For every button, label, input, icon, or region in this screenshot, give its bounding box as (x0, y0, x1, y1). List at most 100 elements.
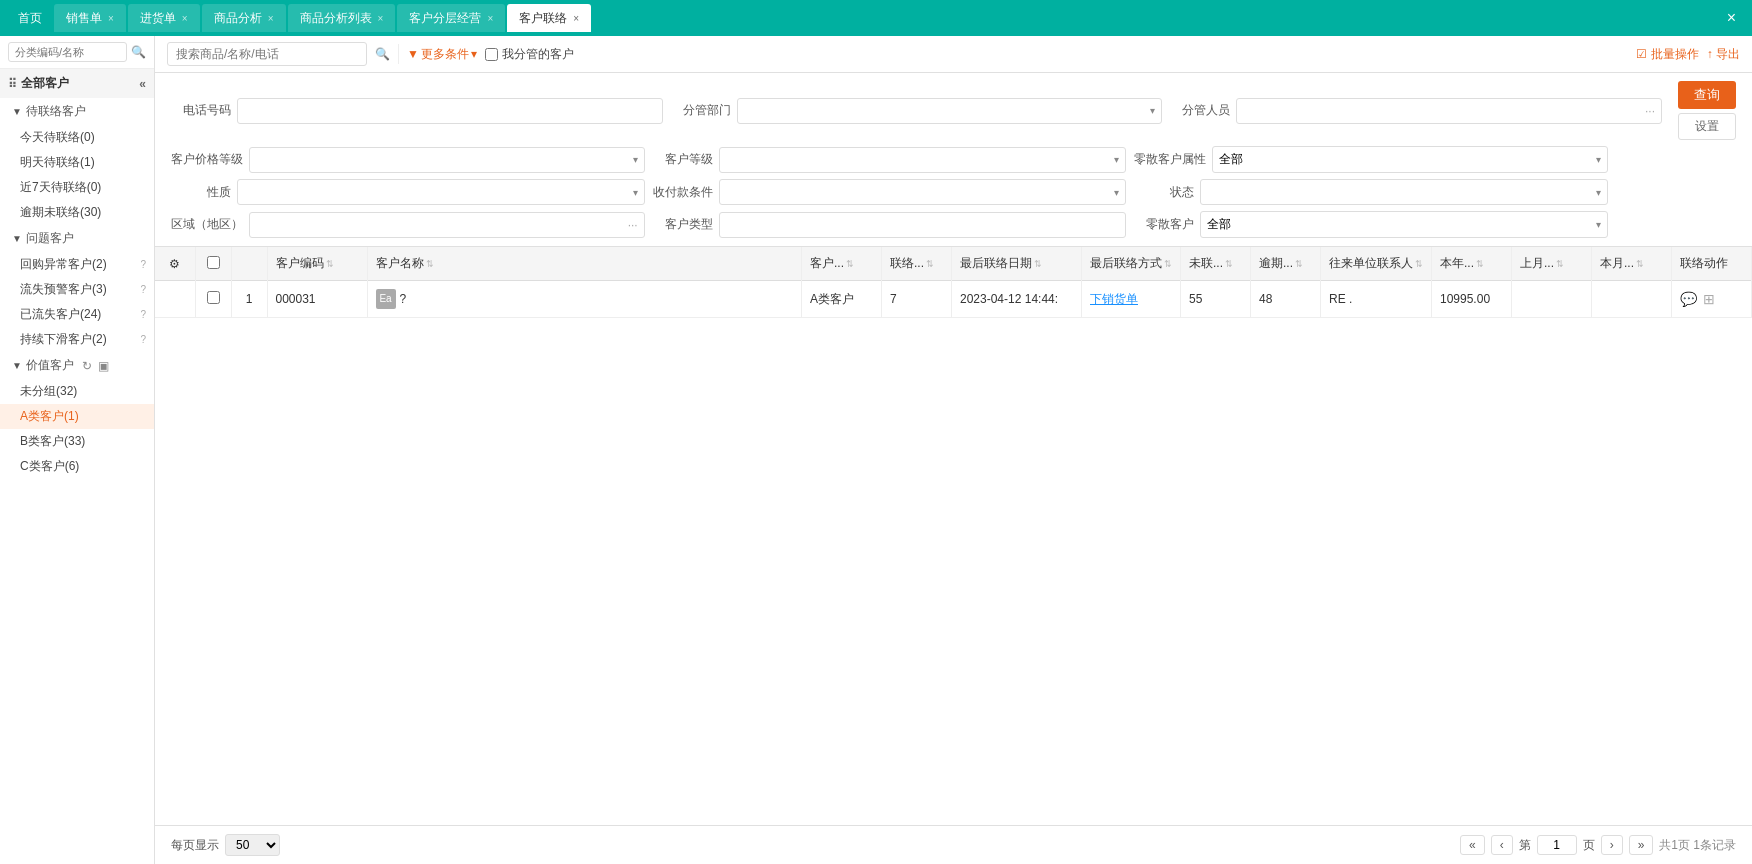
grid-icon: ⠿ (8, 77, 17, 91)
sidebar-item-lost[interactable]: 已流失客户(24) ? (0, 302, 154, 327)
th-year-amount[interactable]: 本年...⇅ (1432, 247, 1512, 281)
filter-phone-input[interactable] (237, 98, 663, 124)
share-icon[interactable]: ⊞ (1703, 291, 1715, 307)
th-pending[interactable]: 未联...⇅ (1181, 247, 1251, 281)
sidebar-search-input[interactable] (8, 42, 127, 62)
row-checkbox[interactable] (195, 281, 231, 318)
prev-page-btn[interactable]: ‹ (1491, 835, 1513, 855)
main-layout: 🔍 ⠿ 全部客户 « ▼ 待联络客户 今天待联络(0) 明天待联络(1) 近7天… (0, 36, 1752, 864)
th-code[interactable]: 客户编码⇅ (267, 247, 367, 281)
last-method-link[interactable]: 下销货单 (1090, 292, 1138, 306)
customer-name-text: ? (400, 292, 407, 306)
sidebar-item-week-pending[interactable]: 近7天待联络(0) (0, 175, 154, 200)
last-page-btn[interactable]: » (1629, 835, 1654, 855)
sidebar-group-pending[interactable]: ▼ 待联络客户 (0, 98, 154, 125)
filter-search-input[interactable] (167, 42, 367, 66)
filter-row-1: 电话号码 分管部门 ▾ 分管人员 ··· 查询 (171, 81, 1736, 140)
nature-caret: ▾ (633, 187, 638, 198)
th-contacts[interactable]: 联络...⇅ (882, 247, 952, 281)
nav-home[interactable]: 首页 (8, 4, 52, 32)
sidebar-group-problem[interactable]: ▼ 问题客户 (0, 225, 154, 252)
sidebar-item-declining[interactable]: 持续下滑客户(2) ? (0, 327, 154, 352)
filter-payment-field: 收付款条件 ▾ (653, 179, 1127, 205)
sidebar-item-loss-warn[interactable]: 流失预警客户(3) ? (0, 277, 154, 302)
value-refresh-icon[interactable]: ↻ (82, 359, 92, 373)
nav-tab-analysis-close[interactable]: × (268, 13, 274, 24)
filter-retail-customer-select[interactable]: 全部 ▾ (1200, 211, 1608, 238)
sidebar-item-class-c[interactable]: C类客户(6) (0, 454, 154, 479)
caret-icon: ▾ (471, 47, 477, 61)
query-button[interactable]: 查询 (1678, 81, 1736, 109)
sidebar-collapse-btn[interactable]: « (139, 77, 146, 91)
value-settings-icon[interactable]: ▣ (98, 359, 109, 373)
filter-dept-select[interactable]: ▾ (737, 98, 1163, 124)
filter-nature-label: 性质 (171, 184, 231, 201)
th-this-month[interactable]: 本月...⇅ (1592, 247, 1672, 281)
nav-tab-purchase-close[interactable]: × (182, 13, 188, 24)
th-last-month[interactable]: 上月...⇅ (1512, 247, 1592, 281)
th-contact-person[interactable]: 往来单位联系人⇅ (1321, 247, 1432, 281)
th-last-method[interactable]: 最后联络方式⇅ (1082, 247, 1181, 281)
page-size-select[interactable]: 10 20 50 100 (225, 834, 280, 856)
row-select-checkbox[interactable] (207, 291, 220, 304)
my-customers-checkbox[interactable] (485, 48, 498, 61)
nav-tab-sales-close[interactable]: × (108, 13, 114, 24)
filter-payment-label: 收付款条件 (653, 184, 713, 201)
th-overdue[interactable]: 逾期...⇅ (1251, 247, 1321, 281)
sidebar-group-value[interactable]: ▼ 价值客户 ↻ ▣ (0, 352, 154, 379)
nav-tab-customer-segment-close[interactable]: × (487, 13, 493, 24)
nav-tab-customer-contact-close[interactable]: × (573, 13, 579, 24)
filter-search-btn[interactable]: 🔍 (375, 47, 390, 61)
page-size-label: 每页显示 (171, 837, 219, 854)
filter-retail-attr-select[interactable]: 全部 ▾ (1212, 146, 1608, 173)
first-page-btn[interactable]: « (1460, 835, 1485, 855)
settings-button[interactable]: 设置 (1678, 113, 1736, 140)
sidebar-search-icon[interactable]: 🔍 (131, 45, 146, 59)
th-name[interactable]: 客户名称⇅ (367, 247, 802, 281)
filter-price-level-select[interactable]: ▾ (249, 147, 645, 173)
filter-manager-input[interactable]: ··· (1236, 98, 1662, 124)
next-page-btn[interactable]: › (1601, 835, 1623, 855)
window-close-btn[interactable]: × (1719, 5, 1744, 31)
filter-my-customers[interactable]: 我分管的客户 (485, 46, 574, 63)
nav-tab-analysis[interactable]: 商品分析 × (202, 4, 286, 32)
filter-dept-label: 分管部门 (671, 102, 731, 119)
filter-region-input[interactable]: ··· (249, 212, 645, 238)
th-checkbox[interactable] (195, 247, 231, 281)
export-btn[interactable]: ↑ 导出 (1707, 46, 1740, 63)
nav-tab-purchase[interactable]: 进货单 × (128, 4, 200, 32)
filter-customer-level-select[interactable]: ▾ (719, 147, 1127, 173)
nav-tab-analysis-list-close[interactable]: × (378, 13, 384, 24)
filter-price-level-field: 客户价格等级 ▾ (171, 147, 645, 173)
batch-op-btn[interactable]: ☑ 批量操作 (1636, 46, 1698, 63)
filter-customer-type-input[interactable] (719, 212, 1127, 238)
row-last-method[interactable]: 下销货单 (1082, 281, 1181, 318)
customer-level-caret: ▾ (1114, 154, 1119, 165)
nav-tab-customer-segment[interactable]: 客户分层经营 × (397, 4, 505, 32)
chat-icon[interactable]: 💬 (1680, 291, 1697, 307)
nav-tab-sales[interactable]: 销售单 × (54, 4, 126, 32)
nav-tab-customer-contact[interactable]: 客户联络 × (507, 4, 591, 32)
sidebar: 🔍 ⠿ 全部客户 « ▼ 待联络客户 今天待联络(0) 明天待联络(1) 近7天… (0, 36, 155, 864)
sidebar-item-abnormal[interactable]: 回购异常客户(2) ? (0, 252, 154, 277)
th-settings[interactable]: ⚙ (155, 247, 195, 281)
sidebar-item-overdue-pending[interactable]: 逾期未联络(30) (0, 200, 154, 225)
sidebar-item-tomorrow-pending[interactable]: 明天待联络(1) (0, 150, 154, 175)
filter-status-select[interactable]: ▾ (1200, 179, 1608, 205)
filter-payment-select[interactable]: ▾ (719, 179, 1127, 205)
page-size-container: 每页显示 10 20 50 100 (171, 834, 280, 856)
payment-caret: ▾ (1114, 187, 1119, 198)
th-level[interactable]: 客户...⇅ (802, 247, 882, 281)
sidebar-item-today-pending[interactable]: 今天待联络(0) (0, 125, 154, 150)
sidebar-item-class-a[interactable]: A类客户(1) (0, 404, 154, 429)
status-caret: ▾ (1596, 187, 1601, 198)
filter-more-btn[interactable]: ▼ 更多条件 ▾ (407, 46, 477, 63)
th-last-date[interactable]: 最后联络日期⇅ (952, 247, 1082, 281)
filter-nature-select[interactable]: ▾ (237, 179, 645, 205)
select-all-checkbox[interactable] (207, 256, 220, 269)
page-number-input[interactable] (1537, 835, 1577, 855)
nav-tab-analysis-list[interactable]: 商品分析列表 × (288, 4, 396, 32)
all-customers-header[interactable]: ⠿ 全部客户 « (0, 69, 154, 98)
sidebar-item-class-b[interactable]: B类客户(33) (0, 429, 154, 454)
sidebar-item-unclassified[interactable]: 未分组(32) (0, 379, 154, 404)
